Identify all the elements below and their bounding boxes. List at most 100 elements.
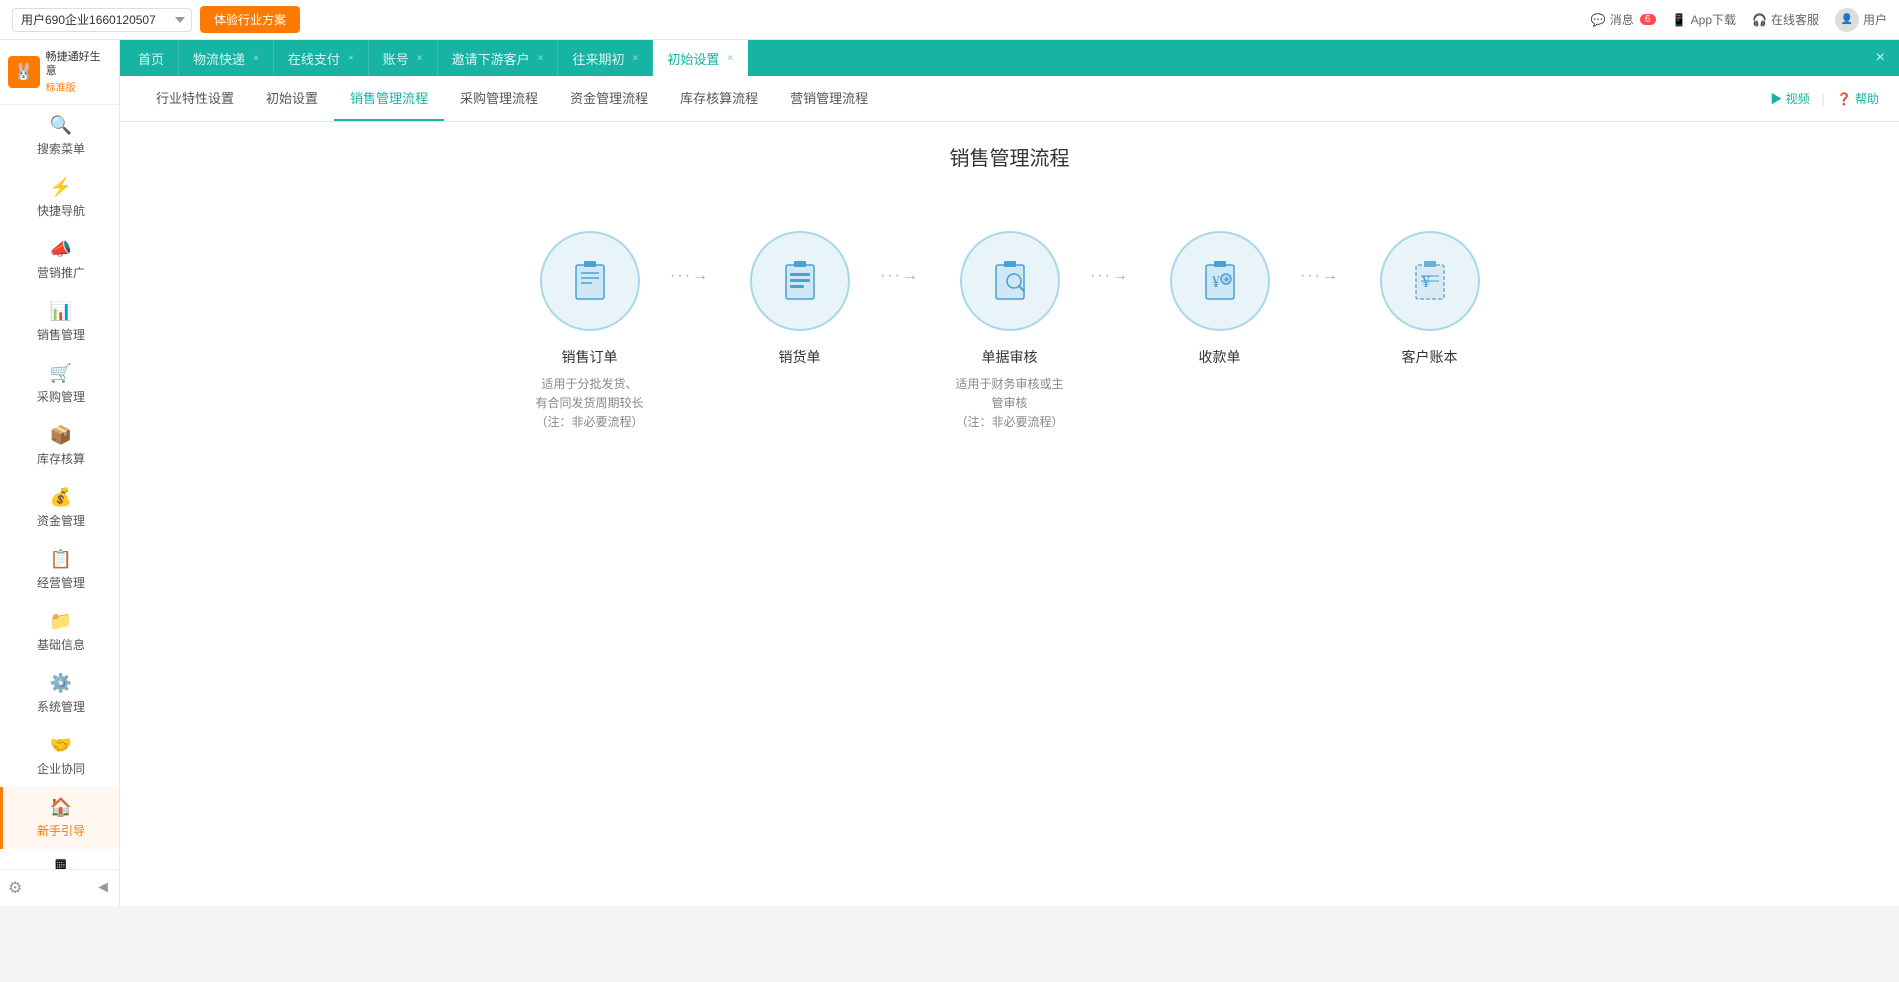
sidebar-item-enterprise-coop[interactable]: 🤝 企业协同 bbox=[0, 725, 119, 787]
flow-circle-sales-invoice[interactable] bbox=[750, 231, 850, 331]
flow-step-name-customer-ledger: 客户账本 bbox=[1402, 347, 1458, 367]
chart-icon: 📊 bbox=[50, 301, 72, 322]
help-icon: ❓ bbox=[1837, 92, 1855, 106]
flow-step-sales-invoice: 销货单 bbox=[720, 231, 880, 375]
video-icon: ▶ bbox=[1770, 92, 1785, 106]
flow-step-name-sales-order: 销售订单 bbox=[562, 347, 618, 367]
tab-payment-close[interactable]: × bbox=[348, 53, 354, 64]
sidebar-item-label: 经营管理 bbox=[37, 574, 85, 591]
top-bar: 用户690企业1660120507 体验行业方案 💬 消息 6 📱 App下载 … bbox=[0, 0, 1899, 40]
sidebar: 🐰 畅捷通好生意 标准版 🔍 搜索菜单 ⚡ 快捷导航 📣 营销推广 📊 销售管理… bbox=[0, 40, 120, 906]
home-icon: 🏠 bbox=[50, 797, 72, 818]
message-item[interactable]: 💬 消息 6 bbox=[1591, 11, 1656, 28]
arrow-icon-2: ···→ bbox=[880, 266, 930, 286]
sub-tab-inventory-flow[interactable]: 库存核算流程 bbox=[664, 76, 774, 121]
nav-tabs-close-btn[interactable]: × bbox=[1866, 49, 1895, 67]
settings-bottom-icon[interactable]: ⚙ bbox=[8, 878, 22, 898]
sidebar-item-operations-mgmt[interactable]: 📋 经营管理 bbox=[0, 539, 119, 601]
sidebar-item-purchase-mgmt[interactable]: 🛒 采购管理 bbox=[0, 353, 119, 415]
ledger-icon: ¥ bbox=[1408, 259, 1452, 303]
sidebar-item-marketing-promo[interactable]: 📣 营销推广 bbox=[0, 229, 119, 291]
page-title: 销售管理流程 bbox=[160, 142, 1859, 171]
sub-tab-init-settings-label: 初始设置 bbox=[266, 91, 318, 106]
top-bar-left: 用户690企业1660120507 体验行业方案 bbox=[12, 6, 300, 33]
video-link[interactable]: ▶ 视频 bbox=[1770, 90, 1809, 107]
sidebar-item-label: 销售管理 bbox=[37, 326, 85, 343]
tab-invite-close[interactable]: × bbox=[538, 53, 544, 64]
sub-tab-industry-settings[interactable]: 行业特性设置 bbox=[140, 76, 250, 121]
flow-step-receipt: ¥ ★ 收款单 bbox=[1140, 231, 1300, 375]
experience-btn[interactable]: 体验行业方案 bbox=[200, 6, 300, 33]
sidebar-item-search[interactable]: 🔍 搜索菜单 bbox=[0, 105, 119, 167]
headset-icon: 🎧 bbox=[1752, 13, 1767, 27]
flow-arrow-4: ···→ bbox=[1300, 231, 1350, 286]
sidebar-item-label: 企业协同 bbox=[37, 760, 85, 777]
receipt-icon: ¥ ★ bbox=[1198, 259, 1242, 303]
tab-payment-label: 在线支付 bbox=[288, 49, 340, 68]
sub-tab-marketing-flow[interactable]: 营销管理流程 bbox=[774, 76, 884, 121]
user-item[interactable]: 👤 用户 bbox=[1835, 8, 1887, 32]
sidebar-item-app-center[interactable]: 📱 应用中心 bbox=[0, 849, 119, 869]
message-badge: 6 bbox=[1640, 14, 1656, 25]
sidebar-bottom: ⚙ ◄ bbox=[0, 869, 119, 906]
user-selector[interactable]: 用户690企业1660120507 bbox=[12, 8, 192, 32]
sidebar-item-basic-info[interactable]: 📁 基础信息 bbox=[0, 601, 119, 663]
tab-payment[interactable]: 在线支付 × bbox=[274, 40, 369, 76]
tab-account[interactable]: 账号 × bbox=[369, 40, 438, 76]
sidebar-item-label: 基础信息 bbox=[37, 636, 85, 653]
flow-step-sales-order: 销售订单 适用于分批发货、有合同发货周期较长（注：非必要流程） bbox=[510, 231, 670, 433]
flow-circle-customer-ledger[interactable]: ¥ bbox=[1380, 231, 1480, 331]
sidebar-item-system-mgmt[interactable]: ⚙️ 系统管理 bbox=[0, 663, 119, 725]
sub-tab-capital-flow[interactable]: 资金管理流程 bbox=[554, 76, 664, 121]
flow-circle-receipt[interactable]: ¥ ★ bbox=[1170, 231, 1270, 331]
online-service-item[interactable]: 🎧 在线客服 bbox=[1752, 11, 1819, 28]
flow-circle-sales-order[interactable] bbox=[540, 231, 640, 331]
tab-logistics-close[interactable]: × bbox=[253, 53, 259, 64]
flow-step-name-sales-invoice: 销货单 bbox=[779, 347, 821, 367]
flow-circle-review[interactable] bbox=[960, 231, 1060, 331]
sidebar-item-sales-mgmt[interactable]: 📊 销售管理 bbox=[0, 291, 119, 353]
tab-period[interactable]: 往来期初 × bbox=[558, 40, 653, 76]
sidebar-item-label: 快捷导航 bbox=[37, 202, 85, 219]
sidebar-menu: 🔍 搜索菜单 ⚡ 快捷导航 📣 营销推广 📊 销售管理 🛒 采购管理 📦 库存核… bbox=[0, 105, 119, 869]
sidebar-item-inventory[interactable]: 📦 库存核算 bbox=[0, 415, 119, 477]
tab-init-close[interactable]: × bbox=[727, 53, 733, 64]
sub-tab-sales-flow[interactable]: 销售管理流程 bbox=[334, 76, 444, 121]
flow-arrow-1: ···→ bbox=[670, 231, 720, 286]
arrow-icon-1: ···→ bbox=[670, 266, 720, 286]
app-download-label: App下载 bbox=[1691, 11, 1736, 28]
sub-tab-sales-flow-label: 销售管理流程 bbox=[350, 91, 428, 106]
sub-tab-industry-settings-label: 行业特性设置 bbox=[156, 91, 234, 106]
search-icon: 🔍 bbox=[50, 115, 72, 136]
sub-tab-purchase-flow[interactable]: 采购管理流程 bbox=[444, 76, 554, 121]
sidebar-item-quick-nav[interactable]: ⚡ 快捷导航 bbox=[0, 167, 119, 229]
tab-home[interactable]: 首页 bbox=[124, 40, 179, 76]
tab-home-label: 首页 bbox=[138, 49, 164, 68]
app-download-item[interactable]: 📱 App下载 bbox=[1672, 11, 1736, 28]
sub-tab-capital-flow-label: 资金管理流程 bbox=[570, 91, 648, 106]
top-bar-right: 💬 消息 6 📱 App下载 🎧 在线客服 👤 用户 bbox=[1591, 8, 1887, 32]
video-label: 视频 bbox=[1786, 92, 1810, 106]
flow-step-review: 单据审核 适用于财务审核或主管审核（注：非必要流程） bbox=[930, 231, 1090, 433]
tab-init[interactable]: 初始设置 × bbox=[653, 40, 748, 76]
tab-invite[interactable]: 邀请下游客户 × bbox=[438, 40, 559, 76]
sub-tab-inventory-flow-label: 库存核算流程 bbox=[680, 91, 758, 106]
avatar: 👤 bbox=[1835, 8, 1859, 32]
svg-text:···→: ···→ bbox=[880, 267, 920, 284]
flow-arrow-2: ···→ bbox=[880, 231, 930, 286]
logo-edition: 标准版 bbox=[46, 79, 111, 94]
tab-logistics[interactable]: 物流快递 × bbox=[179, 40, 274, 76]
sub-tab-init-settings[interactable]: 初始设置 bbox=[250, 76, 334, 121]
sidebar-item-new-guide[interactable]: 🏠 新手引导 bbox=[0, 787, 119, 849]
help-link[interactable]: ❓ 帮助 bbox=[1837, 90, 1879, 107]
collapse-icon[interactable]: ◄ bbox=[95, 879, 111, 897]
sidebar-item-label: 新手引导 bbox=[37, 822, 85, 839]
clipboard-icon: 📋 bbox=[50, 549, 72, 570]
logo-icon: 🐰 bbox=[8, 56, 40, 88]
tab-logistics-label: 物流快递 bbox=[193, 49, 245, 68]
tab-init-label: 初始设置 bbox=[667, 49, 719, 68]
tab-account-close[interactable]: × bbox=[417, 53, 423, 64]
flow-step-desc-sales-order: 适用于分批发货、有合同发货周期较长（注：非必要流程） bbox=[535, 375, 643, 433]
tab-period-close[interactable]: × bbox=[632, 53, 638, 64]
sidebar-item-capital-mgmt[interactable]: 💰 资金管理 bbox=[0, 477, 119, 539]
